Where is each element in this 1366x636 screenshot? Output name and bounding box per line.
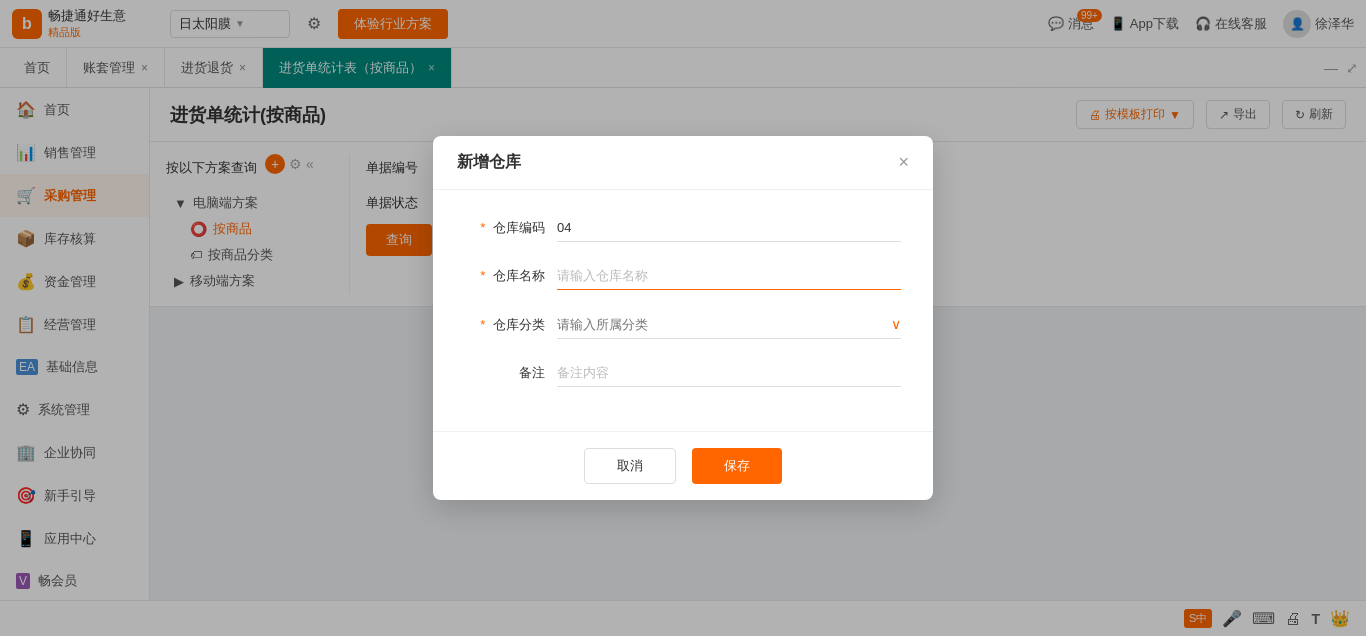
required-mark: *: [480, 268, 485, 283]
remark-label: 备注: [465, 364, 545, 382]
modal-overlay: 新增仓库 × * 仓库编码 * 仓库名称: [0, 0, 1366, 636]
modal-header: 新增仓库 ×: [433, 136, 933, 190]
name-label: * 仓库名称: [465, 267, 545, 285]
form-row-remark: 备注: [465, 359, 901, 387]
modal-footer: 取消 保存: [433, 431, 933, 500]
modal-body: * 仓库编码 * 仓库名称 * 仓库分类: [433, 190, 933, 431]
code-input[interactable]: [557, 214, 901, 242]
save-button[interactable]: 保存: [692, 448, 782, 484]
remark-input[interactable]: [557, 359, 901, 387]
code-label: * 仓库编码: [465, 219, 545, 237]
name-input[interactable]: [557, 262, 901, 290]
required-mark: *: [480, 317, 485, 332]
modal-close-button[interactable]: ×: [898, 152, 909, 173]
category-label: * 仓库分类: [465, 316, 545, 334]
form-row-name: * 仓库名称: [465, 262, 901, 290]
required-mark: *: [480, 220, 485, 235]
cancel-button[interactable]: 取消: [584, 448, 676, 484]
category-select[interactable]: ∨: [557, 310, 901, 339]
form-row-category: * 仓库分类 ∨: [465, 310, 901, 339]
category-input[interactable]: [557, 317, 891, 332]
form-row-code: * 仓库编码: [465, 214, 901, 242]
new-warehouse-modal: 新增仓库 × * 仓库编码 * 仓库名称: [433, 136, 933, 500]
chevron-down-icon: ∨: [891, 316, 901, 332]
modal-title: 新增仓库: [457, 152, 521, 173]
